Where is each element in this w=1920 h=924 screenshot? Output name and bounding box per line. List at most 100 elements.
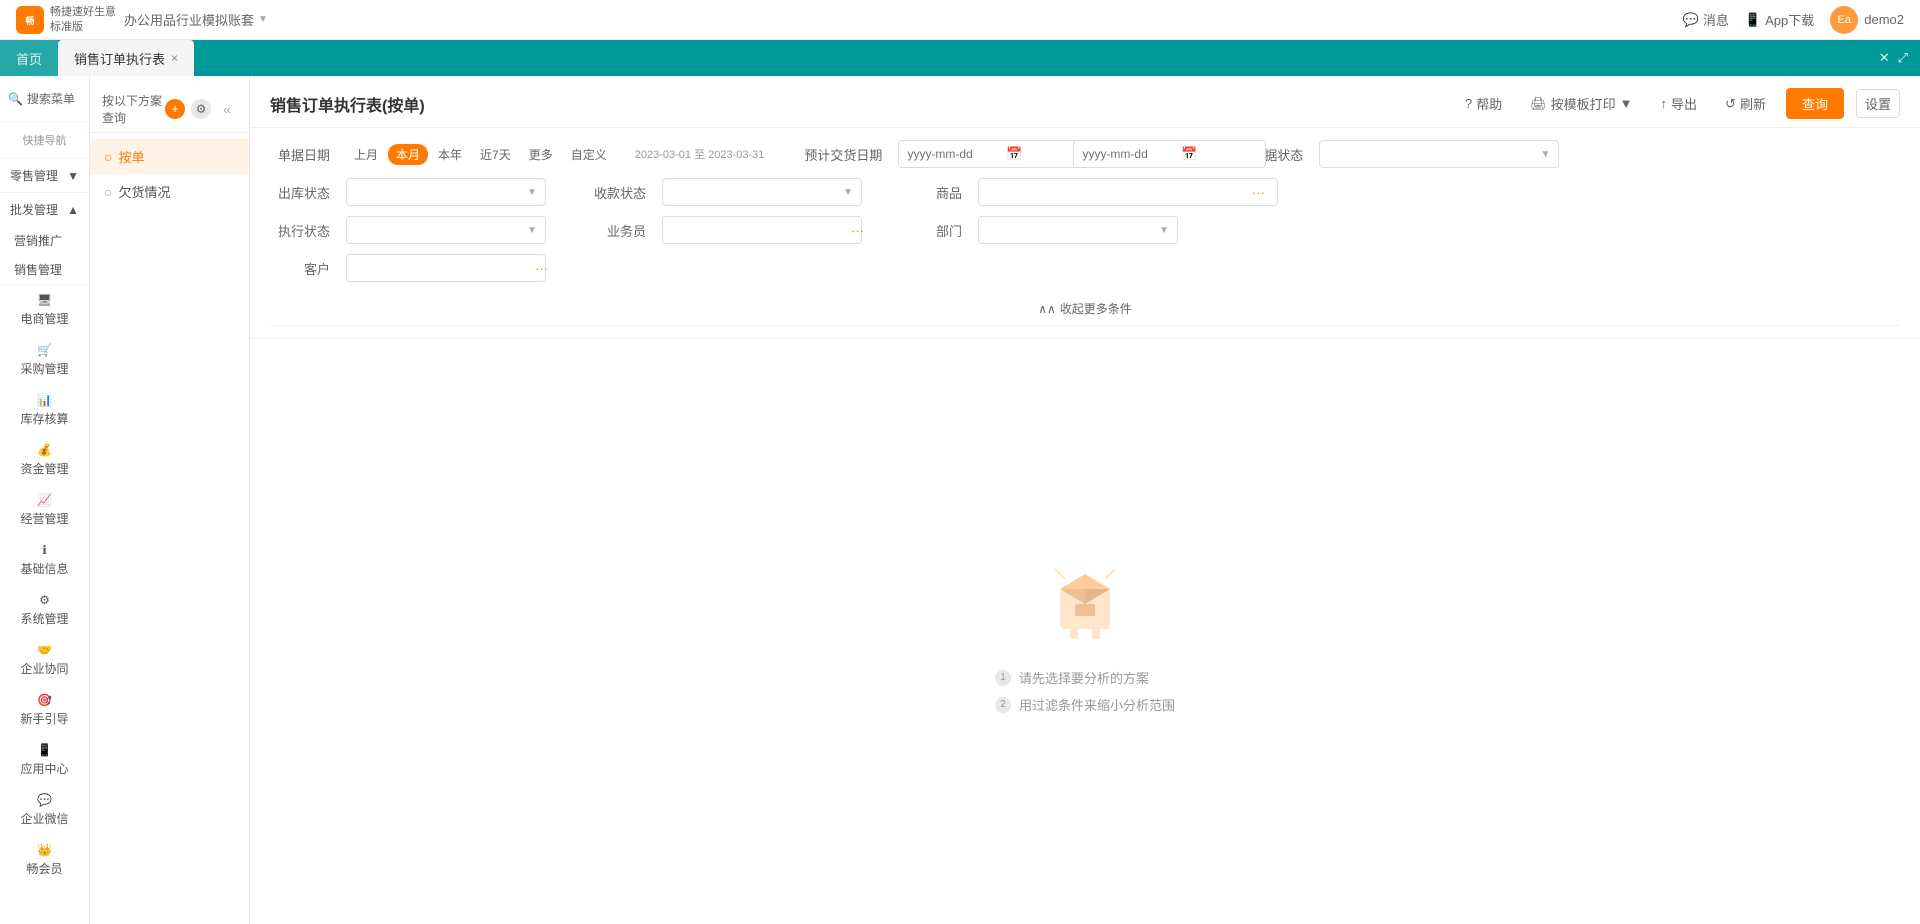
window-controls: ✕ ⤢ bbox=[1867, 50, 1920, 66]
filter-row-2: 出库状态 ▼ 收款状态 ▼ 商品 ··· bbox=[270, 178, 1900, 206]
department-dropdown[interactable]: ▼ bbox=[978, 216, 1178, 244]
expected-delivery-start-input[interactable] bbox=[898, 140, 1091, 168]
breadcrumb[interactable]: 办公用品行业模拟账套 ▼ bbox=[124, 10, 268, 29]
logo-text: 畅捷速好生意 标准版 bbox=[50, 5, 116, 34]
sidebar-item-basic-info[interactable]: ℹ 基础信息 bbox=[0, 535, 89, 585]
logo-icon: 畅 bbox=[16, 6, 44, 34]
date-btn-this-year[interactable]: 本年 bbox=[430, 144, 470, 165]
collapse-up-icon: ∧∧ bbox=[1038, 302, 1056, 316]
add-scheme-button[interactable]: + bbox=[165, 99, 185, 119]
date-label: 单据日期 bbox=[270, 145, 330, 164]
sidebar-subitem-marketing[interactable]: 营销推广 bbox=[0, 226, 89, 255]
sidebar-item-purchase[interactable]: 🛒 采购管理 bbox=[0, 335, 89, 385]
calendar-end-icon: 📅 bbox=[1181, 146, 1197, 162]
expected-delivery-label: 预计交货日期 bbox=[804, 145, 882, 164]
empty-state: 1 请先选择要分析的方案 2 用过滤条件来缩小分析范围 bbox=[250, 339, 1920, 924]
close-window-icon[interactable]: ✕ bbox=[1879, 50, 1890, 66]
chevron-down-icon: ▼ bbox=[67, 169, 79, 183]
payment-status-dropdown[interactable]: ▼ bbox=[662, 178, 862, 206]
sidebar-item-ecommerce[interactable]: 🖥 电商管理 bbox=[0, 285, 89, 335]
settings-scheme-button[interactable]: ⚙ bbox=[191, 99, 211, 119]
sidebar-item-inventory[interactable]: 📊 库存核算 bbox=[0, 385, 89, 435]
empty-text-area: 1 请先选择要分析的方案 2 用过滤条件来缩小分析范围 bbox=[995, 668, 1175, 714]
empty-illustration bbox=[1035, 549, 1135, 652]
sidebar-item-wholesale[interactable]: 批发管理 ▲ 营销推广 销售管理 bbox=[0, 193, 89, 285]
date-btn-more[interactable]: 更多 bbox=[521, 144, 561, 165]
sidebar-item-new-user[interactable]: 🎯 新手引导 bbox=[0, 685, 89, 735]
content-area: 按以下方案查询 + ⚙ « ○ 按单 ○ 欠货情况 bbox=[90, 76, 1920, 924]
scheme-item-shortage[interactable]: ○ 欠货情况 bbox=[90, 174, 249, 209]
sidebar-nav-section: 快捷导航 bbox=[0, 122, 89, 159]
ecommerce-icon: 🖥 bbox=[37, 293, 52, 307]
customer-input-area[interactable]: ··· bbox=[346, 254, 546, 282]
print-chevron-icon: ▼ bbox=[1620, 96, 1633, 111]
date-btn-last-month[interactable]: 上月 bbox=[346, 144, 386, 165]
avatar: Ea bbox=[1830, 6, 1858, 34]
sidebar-item-enterprise-wechat[interactable]: 💬 企业微信 bbox=[0, 785, 89, 835]
sidebar-search: 🔍 搜索菜单 bbox=[0, 76, 89, 122]
collab-icon: 🤝 bbox=[37, 643, 52, 657]
help-icon: ? bbox=[1465, 96, 1472, 111]
goods-more-icon[interactable]: ··· bbox=[1248, 185, 1269, 200]
search-icon: 🔍 bbox=[8, 92, 23, 106]
main-content: 销售订单执行表(按单) ? 帮助 🖨 按模板打印 ▼ ↑ bbox=[250, 76, 1920, 924]
filter-row-1: 单据日期 上月 本月 本年 近7天 更多 自定义 2023-03-01 至 20… bbox=[270, 140, 1900, 168]
help-button[interactable]: ? 帮助 bbox=[1457, 90, 1510, 117]
sidebar-item-retail[interactable]: 零售管理 ▼ bbox=[0, 159, 89, 193]
scheme-icon: ○ bbox=[104, 184, 112, 200]
sidebar-item-member[interactable]: 👑 畅会员 bbox=[0, 835, 89, 885]
maximize-icon[interactable]: ⤢ bbox=[1898, 50, 1908, 66]
order-status-dropdown[interactable]: ▼ bbox=[1319, 140, 1559, 168]
user-area[interactable]: Ea demo2 bbox=[1830, 6, 1904, 34]
expected-delivery-end-input[interactable] bbox=[1073, 140, 1266, 168]
settings-button[interactable]: 设置 bbox=[1856, 89, 1900, 118]
sidebar-item-finance[interactable]: 💰 资金管理 bbox=[0, 435, 89, 485]
date-btn-custom[interactable]: 自定义 bbox=[563, 144, 615, 165]
date-btn-7days[interactable]: 近7天 bbox=[472, 144, 519, 165]
salesperson-input[interactable] bbox=[671, 223, 847, 238]
search-menu-button[interactable]: 🔍 搜索菜单 bbox=[8, 86, 81, 111]
customer-input[interactable] bbox=[355, 261, 531, 276]
tab-close-icon[interactable]: × bbox=[171, 51, 178, 65]
template-print-button[interactable]: 🖨 按模板打印 ▼ bbox=[1522, 90, 1640, 117]
dept-arrow-icon: ▼ bbox=[1159, 225, 1169, 236]
sidebar-subitem-sales[interactable]: 销售管理 bbox=[0, 255, 89, 284]
sidebar-item-system[interactable]: ⚙ 系统管理 bbox=[0, 585, 89, 635]
query-button[interactable]: 查询 bbox=[1786, 88, 1844, 119]
goods-input[interactable] bbox=[987, 185, 1248, 200]
logo-area: 畅 畅捷速好生意 标准版 bbox=[16, 5, 116, 34]
date-btn-this-month[interactable]: 本月 bbox=[388, 144, 428, 165]
export-icon: ↑ bbox=[1661, 96, 1668, 111]
member-icon: 👑 bbox=[37, 843, 52, 857]
wechat-icon: 💬 bbox=[37, 793, 52, 807]
salesperson-input-area[interactable]: ··· bbox=[662, 216, 862, 244]
operations-icon: 📈 bbox=[37, 493, 52, 507]
calendar-start-icon: 📅 bbox=[1006, 146, 1022, 162]
salesperson-more-icon[interactable]: ··· bbox=[847, 223, 868, 238]
header-left: 畅 畅捷速好生意 标准版 办公用品行业模拟账套 ▼ bbox=[16, 5, 268, 34]
collapse-panel-button[interactable]: « bbox=[217, 99, 237, 119]
refresh-button[interactable]: ↺ 刷新 bbox=[1717, 90, 1774, 117]
goods-input-area[interactable]: ··· bbox=[978, 178, 1278, 206]
tab-sales-order[interactable]: 销售订单执行表 × bbox=[58, 40, 194, 76]
app-download-button[interactable]: 📱 App下载 bbox=[1745, 10, 1814, 29]
collapse-btn-area: ∧∧ 收起更多条件 bbox=[270, 292, 1900, 326]
tab-home[interactable]: 首页 bbox=[0, 40, 58, 76]
active-scheme-icon: ○ bbox=[104, 149, 112, 165]
outbound-status-dropdown[interactable]: ▼ bbox=[346, 178, 546, 206]
scheme-item-by-order[interactable]: ○ 按单 bbox=[90, 139, 249, 174]
filter-row-4: 客户 ··· bbox=[270, 254, 1900, 282]
collapse-filters-button[interactable]: ∧∧ 收起更多条件 bbox=[1038, 300, 1132, 317]
left-panel-header: 按以下方案查询 + ⚙ « bbox=[90, 86, 249, 133]
top-header: 畅 畅捷速好生意 标准版 办公用品行业模拟账套 ▼ 💬 消息 📱 App下载 E… bbox=[0, 0, 1920, 40]
sidebar-item-operations[interactable]: 📈 经营管理 bbox=[0, 485, 89, 535]
exec-status-dropdown[interactable]: ▼ bbox=[346, 216, 546, 244]
export-button[interactable]: ↑ 导出 bbox=[1653, 90, 1706, 117]
nav-label: 快捷导航 bbox=[4, 128, 85, 152]
customer-more-icon[interactable]: ··· bbox=[531, 261, 552, 276]
sidebar-item-app-center[interactable]: 📱 应用中心 bbox=[0, 735, 89, 785]
sidebar-item-enterprise-collab[interactable]: 🤝 企业协同 bbox=[0, 635, 89, 685]
empty-step-2: 2 用过滤条件来缩小分析范围 bbox=[995, 695, 1175, 714]
message-button[interactable]: 💬 消息 bbox=[1683, 10, 1729, 29]
empty-step-1: 1 请先选择要分析的方案 bbox=[995, 668, 1175, 687]
